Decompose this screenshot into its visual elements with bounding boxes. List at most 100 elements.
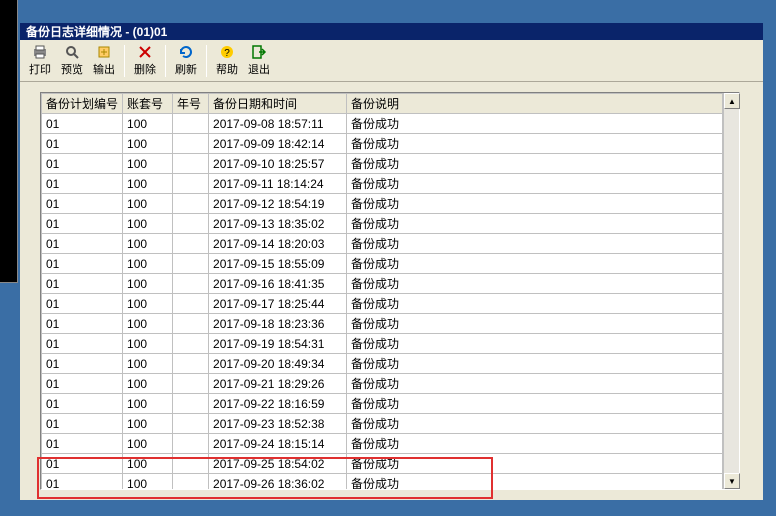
toolbar-separator [124, 45, 125, 77]
cell-plan: 01 [42, 374, 123, 394]
export-icon [96, 44, 112, 60]
cell-dt: 2017-09-20 18:49:34 [209, 354, 347, 374]
table-row[interactable]: 01100 2017-09-09 18:42:14备份成功 [42, 134, 723, 154]
table-row[interactable]: 011002017-09-18 18:23:36备份成功 [42, 314, 723, 334]
col-year-header[interactable]: 年号 [173, 94, 209, 114]
help-icon: ? [219, 44, 235, 60]
cell-acct: 100 [123, 374, 173, 394]
preview-button[interactable]: 预览 [56, 42, 88, 80]
cell-dt: 2017-09-09 18:42:14 [209, 134, 347, 154]
table-row[interactable]: 011002017-09-12 18:54:19备份成功 [42, 194, 723, 214]
table-row[interactable]: 011002017-09-10 18:25:57备份成功 [42, 154, 723, 174]
table-row[interactable]: 011002017-09-24 18:15:14备份成功 [42, 434, 723, 454]
cell-acct: 100 [123, 474, 173, 490]
scroll-down-button[interactable]: ▼ [724, 473, 740, 489]
col-desc-header[interactable]: 备份说明 [347, 94, 723, 114]
table-row[interactable]: 011002017-09-15 18:55:09备份成功 [42, 254, 723, 274]
cell-acct: 100 [123, 194, 173, 214]
cell-plan: 01 [42, 394, 123, 414]
cell-acct: 100 [123, 254, 173, 274]
cell-acct: 100 [123, 434, 173, 454]
vertical-scrollbar[interactable]: ▲ ▼ [723, 93, 739, 489]
cell-dt: 2017-09-16 18:41:35 [209, 274, 347, 294]
col-datetime-header[interactable]: 备份日期和时间 [209, 94, 347, 114]
table-row[interactable]: 011002017-09-19 18:54:31备份成功 [42, 334, 723, 354]
cell-dt: 2017-09-17 18:25:44 [209, 294, 347, 314]
backup-log-window: 备份日志详细情况 - (01)01 打印 预览 输出 删除 刷新 ? 帮助 [20, 23, 763, 500]
refresh-button[interactable]: 刷新 [170, 42, 202, 80]
cell-year [173, 154, 209, 174]
cell-dt: 2017-09-12 18:54:19 [209, 194, 347, 214]
table-row[interactable]: 011002017-09-17 18:25:44备份成功 [42, 294, 723, 314]
col-plan-header[interactable]: 备份计划编号 [42, 94, 123, 114]
scroll-up-button[interactable]: ▲ [724, 93, 740, 109]
cell-desc: 备份成功 [347, 294, 723, 314]
cell-dt: 2017-09-08 18:57:11 [209, 114, 347, 134]
export-label: 输出 [93, 61, 115, 77]
window-title: 备份日志详细情况 - (01)01 [26, 23, 167, 40]
cell-year [173, 234, 209, 254]
cell-dt: 2017-09-18 18:23:36 [209, 314, 347, 334]
cell-year [173, 194, 209, 214]
table-row[interactable]: 011002017-09-20 18:49:34备份成功 [42, 354, 723, 374]
cell-dt: 2017-09-15 18:55:09 [209, 254, 347, 274]
cell-acct: 100 [123, 454, 173, 474]
cell-year [173, 214, 209, 234]
cell-plan: 01 [42, 134, 123, 154]
cell-acct: 100 [123, 174, 173, 194]
cell-acct: 100 [123, 314, 173, 334]
cell-dt: 2017-09-25 18:54:02 [209, 454, 347, 474]
cell-desc: 备份成功 [347, 114, 723, 134]
export-button[interactable]: 输出 [88, 42, 120, 80]
table-row[interactable]: 011002017-09-22 18:16:59备份成功 [42, 394, 723, 414]
cell-acct: 100 [123, 134, 173, 154]
log-table-panel: 备份计划编号 账套号 年号 备份日期和时间 备份说明 011002017-09-… [40, 92, 740, 490]
cell-desc: 备份成功 [347, 454, 723, 474]
exit-icon [251, 44, 267, 60]
cell-plan: 01 [42, 214, 123, 234]
exit-button[interactable]: 退出 [243, 42, 275, 80]
cell-year [173, 334, 209, 354]
cell-desc: 备份成功 [347, 434, 723, 454]
svg-text:?: ? [224, 48, 230, 59]
delete-label: 删除 [134, 61, 156, 77]
help-button[interactable]: ? 帮助 [211, 42, 243, 80]
help-label: 帮助 [216, 61, 238, 77]
table-row[interactable]: 011002017-09-26 18:36:02备份成功 [42, 474, 723, 490]
cell-acct: 100 [123, 234, 173, 254]
header-row: 备份计划编号 账套号 年号 备份日期和时间 备份说明 [42, 94, 723, 114]
cell-year [173, 174, 209, 194]
table-scroll: 备份计划编号 账套号 年号 备份日期和时间 备份说明 011002017-09-… [41, 93, 723, 489]
cell-plan: 01 [42, 274, 123, 294]
cell-acct: 100 [123, 154, 173, 174]
col-acct-header[interactable]: 账套号 [123, 94, 173, 114]
toolbar: 打印 预览 输出 删除 刷新 ? 帮助 退出 [20, 40, 763, 82]
print-icon [32, 44, 48, 60]
cell-desc: 备份成功 [347, 134, 723, 154]
table-row[interactable]: 011002017-09-08 18:57:11备份成功 [42, 114, 723, 134]
cell-year [173, 254, 209, 274]
cell-acct: 100 [123, 214, 173, 234]
cell-desc: 备份成功 [347, 154, 723, 174]
delete-icon [137, 44, 153, 60]
cell-desc: 备份成功 [347, 174, 723, 194]
table-row[interactable]: 011002017-09-21 18:29:26备份成功 [42, 374, 723, 394]
cell-acct: 100 [123, 274, 173, 294]
table-row[interactable]: 011002017-09-11 18:14:24备份成功 [42, 174, 723, 194]
cell-dt: 2017-09-19 18:54:31 [209, 334, 347, 354]
table-row[interactable]: 011002017-09-16 18:41:35备份成功 [42, 274, 723, 294]
table-row[interactable]: 011002017-09-23 18:52:38备份成功 [42, 414, 723, 434]
table-row[interactable]: 011002017-09-13 18:35:02备份成功 [42, 214, 723, 234]
table-row[interactable]: 011002017-09-14 18:20:03备份成功 [42, 234, 723, 254]
table-body: 011002017-09-08 18:57:11备份成功011002017-09… [42, 114, 723, 490]
cell-plan: 01 [42, 314, 123, 334]
scroll-track[interactable] [724, 109, 739, 473]
cell-year [173, 394, 209, 414]
delete-button[interactable]: 删除 [129, 42, 161, 80]
cell-plan: 01 [42, 414, 123, 434]
table-row[interactable]: 011002017-09-25 18:54:02备份成功 [42, 454, 723, 474]
cell-desc: 备份成功 [347, 474, 723, 490]
print-button[interactable]: 打印 [24, 42, 56, 80]
cell-desc: 备份成功 [347, 234, 723, 254]
window-titlebar[interactable]: 备份日志详细情况 - (01)01 [20, 23, 763, 40]
